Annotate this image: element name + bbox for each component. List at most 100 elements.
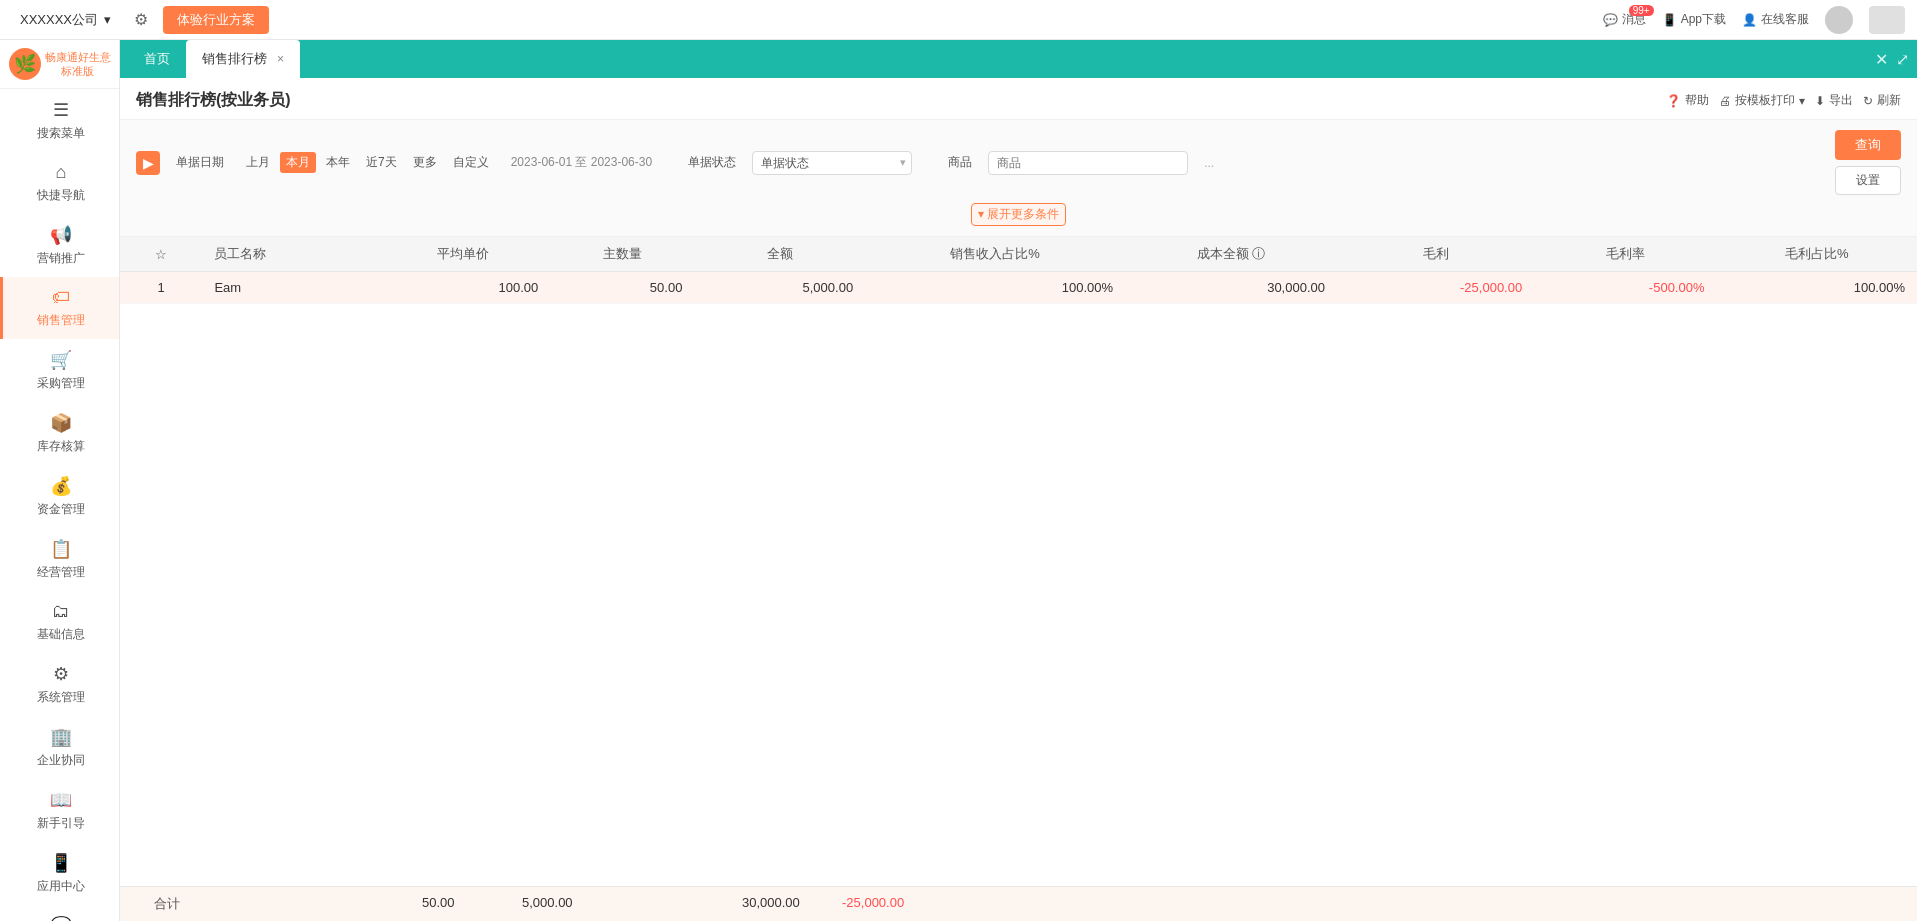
- date-label: 单据日期: [176, 154, 224, 171]
- industry-button[interactable]: 体验行业方案: [163, 6, 269, 34]
- avatar[interactable]: [1825, 6, 1853, 34]
- th-idx: ☆: [120, 237, 202, 272]
- user-name-placeholder[interactable]: [1869, 6, 1905, 34]
- sidebar-item-capital[interactable]: 💰 资金管理: [0, 465, 119, 528]
- basic-icon: 🗂: [52, 601, 70, 622]
- sidebar-item-enterprise[interactable]: 🏢 企业协同: [0, 716, 119, 779]
- tab-bar-right: ✕ ⤢: [1875, 50, 1909, 69]
- enterprise-icon: 🏢: [50, 726, 72, 748]
- th-name: 员工名称: [202, 237, 376, 272]
- export-button[interactable]: ⬇ 导出: [1815, 92, 1853, 109]
- status-select-wrap: 单据状态: [752, 151, 912, 175]
- footer-main-qty-val: 50.00: [422, 895, 522, 913]
- message-badge: 99+: [1629, 5, 1654, 16]
- th-sales-pct: 销售收入占比%: [865, 237, 1125, 272]
- date-opt-last-month[interactable]: 上月: [240, 152, 276, 173]
- sidebar-item-marketing[interactable]: 📢 营销推广: [0, 214, 119, 277]
- tab-close-btn[interactable]: ✕: [1875, 50, 1888, 69]
- more-link[interactable]: ...: [1204, 156, 1214, 170]
- query-button[interactable]: 查询: [1835, 130, 1901, 160]
- sidebar-item-wechat[interactable]: 💬 企业微信: [0, 905, 119, 921]
- tab-bar: 首页 销售排行榜 × ✕ ⤢: [120, 40, 1917, 78]
- sidebar: 🌿 畅康通好生意 标准版 ☰ 搜索菜单 ⌂ 快捷导航 📢 营销推广 🏷 销售管理…: [0, 40, 120, 921]
- filter-expand-row: ▾ 展开更多条件: [136, 203, 1901, 226]
- date-opt-more[interactable]: 更多: [407, 152, 443, 173]
- sidebar-item-sales[interactable]: 🏷 销售管理: [0, 277, 119, 339]
- status-select[interactable]: 单据状态: [752, 151, 912, 175]
- date-opt-7days[interactable]: 近7天: [360, 152, 403, 173]
- capital-icon: 💰: [50, 475, 72, 497]
- main-layout: 🌿 畅康通好生意 标准版 ☰ 搜索菜单 ⌂ 快捷导航 📢 营销推广 🏷 销售管理…: [0, 40, 1917, 921]
- query-area: 查询 设置: [1835, 130, 1901, 195]
- rankings-table: ☆ 员工名称 平均单价 主数量: [120, 237, 1917, 304]
- footer-spacer: [622, 895, 742, 913]
- tab-home[interactable]: 首页: [128, 40, 186, 78]
- table-wrap: ☆ 员工名称 平均单价 主数量: [120, 237, 1917, 886]
- cell-gross: -25,000.00: [1337, 272, 1534, 304]
- company-selector[interactable]: XXXXXX公司 ▾: [12, 7, 119, 33]
- message-button[interactable]: 💬 消息 99+: [1603, 11, 1646, 28]
- operation-icon: 📋: [50, 538, 72, 560]
- sidebar-item-operation[interactable]: 📋 经营管理: [0, 528, 119, 591]
- sales-icon: 🏷: [52, 287, 70, 308]
- tab-sales-ranking[interactable]: 销售排行榜 ×: [186, 40, 300, 78]
- print-button[interactable]: 🖨 按模板打印 ▾: [1719, 92, 1805, 109]
- th-avg-price: 平均单价: [376, 237, 550, 272]
- cell-name: Eam: [202, 272, 376, 304]
- app-download-button[interactable]: 📱 App下载: [1662, 11, 1726, 28]
- sidebar-item-basic[interactable]: 🗂 基础信息: [0, 591, 119, 653]
- wechat-icon: 💬: [50, 915, 72, 921]
- status-label: 单据状态: [688, 154, 736, 171]
- cell-idx: 1: [120, 272, 202, 304]
- sidebar-item-inventory[interactable]: 📦 库存核算: [0, 402, 119, 465]
- content-area: 首页 销售排行榜 × ✕ ⤢ 销售排行榜(按业务员) ❓ 帮助: [120, 40, 1917, 921]
- goods-label: 商品: [948, 154, 972, 171]
- sidebar-item-shortcut[interactable]: ⌂ 快捷导航: [0, 152, 119, 214]
- sidebar-item-purchase[interactable]: 🛒 采购管理: [0, 339, 119, 402]
- refresh-icon: ↻: [1863, 94, 1873, 108]
- cell-gross-rate: -500.00%: [1534, 272, 1716, 304]
- filter-arrow-btn[interactable]: ▶: [136, 151, 160, 175]
- footer-gross: -25,000.00: [842, 895, 942, 913]
- settings-icon[interactable]: ⚙: [127, 6, 155, 34]
- system-icon: ⚙: [53, 663, 69, 685]
- th-gross-rate: 毛利率: [1534, 237, 1716, 272]
- tab-close-icon[interactable]: ×: [277, 52, 284, 66]
- inventory-icon: 📦: [50, 412, 72, 434]
- sidebar-item-system[interactable]: ⚙ 系统管理: [0, 653, 119, 716]
- goods-input[interactable]: [988, 151, 1188, 175]
- date-opt-this-year[interactable]: 本年: [320, 152, 356, 173]
- footer-total: 5,000.00: [522, 895, 622, 913]
- setting-button[interactable]: 设置: [1835, 166, 1901, 195]
- print-icon: 🖨: [1719, 94, 1731, 108]
- table-header-row: ☆ 员工名称 平均单价 主数量: [120, 237, 1917, 272]
- cell-total: 5,000.00: [694, 272, 865, 304]
- date-opt-custom[interactable]: 自定义: [447, 152, 495, 173]
- th-gross: 毛利: [1337, 237, 1534, 272]
- sidebar-logo: 🌿 畅康通好生意 标准版: [0, 40, 119, 89]
- top-bar: XXXXXX公司 ▾ ⚙ 体验行业方案 💬 消息 99+ 📱 App下载 👤 在…: [0, 0, 1917, 40]
- search-menu-icon: ☰: [53, 99, 69, 121]
- date-range: 2023-06-01 至 2023-06-30: [511, 154, 652, 171]
- online-service-button[interactable]: 👤 在线客服: [1742, 11, 1809, 28]
- sidebar-item-apps[interactable]: 📱 应用中心: [0, 842, 119, 905]
- date-options: 上月 本月 本年 近7天 更多 自定义: [240, 152, 495, 173]
- logo-icon: 🌿: [9, 48, 41, 80]
- sidebar-item-guide[interactable]: 📖 新手引导: [0, 779, 119, 842]
- table-row: 1 Eam 100.00 50.00: [120, 272, 1917, 304]
- sidebar-item-search[interactable]: ☰ 搜索菜单: [0, 89, 119, 152]
- filter-expand-button[interactable]: ▾ 展开更多条件: [971, 203, 1066, 226]
- footer-label: 合计: [132, 895, 342, 913]
- tab-restore-btn[interactable]: ⤢: [1896, 50, 1909, 69]
- cell-gross-pct: 100.00%: [1717, 272, 1918, 304]
- date-opt-this-month[interactable]: 本月: [280, 152, 316, 173]
- help-button[interactable]: ❓ 帮助: [1666, 92, 1709, 109]
- service-icon: 👤: [1742, 13, 1757, 27]
- cell-main-qty: 50.00: [550, 272, 694, 304]
- company-dropdown-icon: ▾: [104, 12, 111, 27]
- print-dropdown-icon: ▾: [1799, 94, 1805, 108]
- refresh-button[interactable]: ↻ 刷新: [1863, 92, 1901, 109]
- cell-cost: 30,000.00: [1125, 272, 1337, 304]
- footer-cost: 30,000.00: [742, 895, 842, 913]
- th-cost: 成本全额 ⓘ: [1125, 237, 1337, 272]
